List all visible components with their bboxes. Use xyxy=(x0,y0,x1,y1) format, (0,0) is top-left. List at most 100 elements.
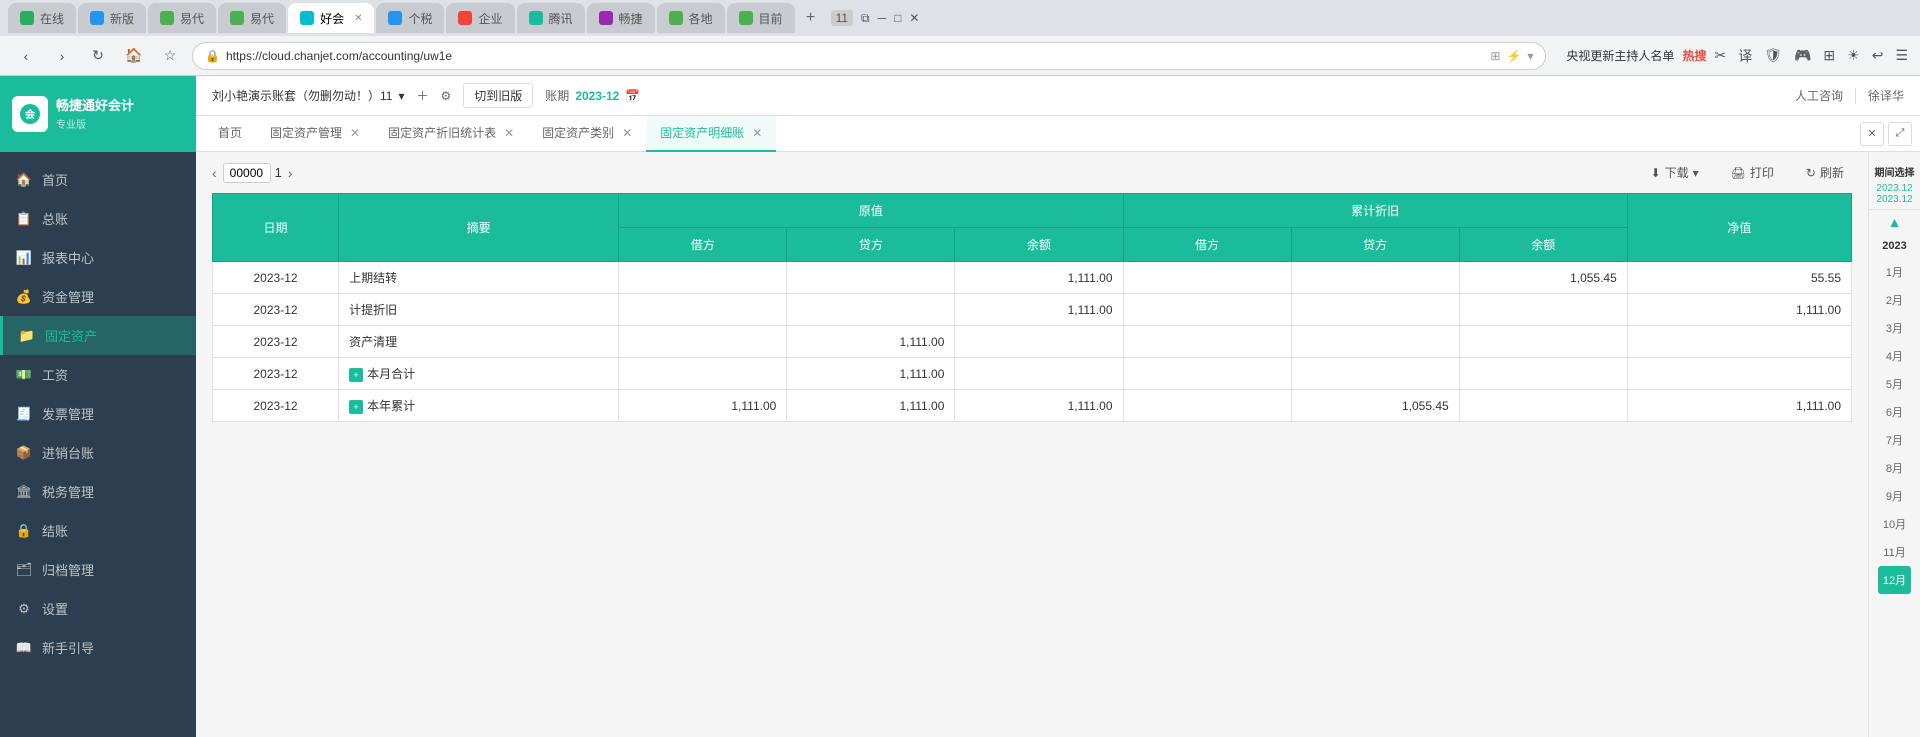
shield-icon[interactable]: 🛡 xyxy=(1764,47,1782,64)
period-month-item[interactable]: 4月 xyxy=(1878,342,1910,370)
period-month-item[interactable]: 3月 xyxy=(1878,314,1910,342)
brand-logo: 会 xyxy=(12,96,48,132)
sidebar-item-archive[interactable]: 🗂 归档管理 xyxy=(0,550,196,589)
prev-page-btn[interactable]: ‹ xyxy=(212,165,217,181)
sidebar-item-invoice[interactable]: 🧾 发票管理 xyxy=(0,394,196,433)
dep-balance-cell xyxy=(1459,358,1627,390)
sidebar-item-funds[interactable]: 💰 资金管理 xyxy=(0,277,196,316)
sidebar-item-settings[interactable]: ⚙ 设置 xyxy=(0,589,196,628)
dep-credit-cell xyxy=(1291,262,1459,294)
period-month-item[interactable]: 2月 xyxy=(1878,286,1910,314)
add-account-btn[interactable]: ＋ xyxy=(417,87,429,104)
browser-tab-10[interactable]: 目前 xyxy=(727,3,795,33)
period-month-item[interactable]: 9月 xyxy=(1878,482,1910,510)
close-tab-3[interactable]: ✕ xyxy=(622,126,632,140)
period-month-item[interactable]: 8月 xyxy=(1878,454,1910,482)
browser-tab-3[interactable]: 易代 xyxy=(218,3,286,33)
switch-version-button[interactable]: 切到旧版 xyxy=(463,83,533,108)
translate-icon[interactable]: 译 xyxy=(1738,46,1752,66)
th-accumulated-dep: 累计折旧 xyxy=(1123,194,1627,228)
sidebar-item-reports[interactable]: 📊 报表中心 xyxy=(0,238,196,277)
history-icon[interactable]: ↩ xyxy=(1872,47,1884,64)
browser-tab-8[interactable]: 畅捷 xyxy=(587,3,655,33)
brightness-icon[interactable]: ☀ xyxy=(1847,47,1860,64)
period-month-item[interactable]: 12月 xyxy=(1878,566,1910,594)
close-tab-1[interactable]: ✕ xyxy=(350,126,360,140)
maximize-tab-btn[interactable]: ⤢ xyxy=(1888,122,1912,146)
maximize-btn[interactable]: □ xyxy=(894,11,901,25)
table-row: 2023-12 计提折旧 1,111.00 1,111.00 xyxy=(213,294,1852,326)
period-month-item[interactable]: 11月 xyxy=(1878,538,1910,566)
next-page-btn[interactable]: › xyxy=(288,165,293,181)
sidebar-item-fixed-assets[interactable]: 📁 固定资产 xyxy=(0,316,196,355)
dep-debit-cell xyxy=(1123,390,1291,422)
row-tag: + xyxy=(349,400,363,414)
period-selected-end: 2023.12 xyxy=(1873,194,1916,205)
sidebar: 会 畅捷通好会计 专业版 🏠 首页 📋 总账 📊 报表中心 💰 资金管 xyxy=(0,76,196,737)
period-month-item[interactable]: 6月 xyxy=(1878,398,1910,426)
refresh-btn[interactable]: ↻ 刷新 xyxy=(1798,160,1852,185)
orig-credit-cell: 1,111.00 xyxy=(787,326,955,358)
page-tab-depreciation-stats[interactable]: 固定资产折旧统计表 ✕ xyxy=(374,116,528,152)
page-number-input[interactable] xyxy=(223,163,271,183)
grid-icon[interactable]: ⊞ xyxy=(1823,47,1835,64)
download-btn[interactable]: ⬇ 下载 ▾ xyxy=(1643,160,1707,185)
browser-tab-4[interactable]: 好会 ✕ xyxy=(288,3,374,33)
sidebar-item-guide[interactable]: 📖 新手引导 xyxy=(0,628,196,667)
period-selector[interactable]: 账期 2023-12 📅 xyxy=(545,87,640,104)
close-all-tabs-btn[interactable]: ✕ xyxy=(1860,122,1884,146)
hot-search-label[interactable]: 热搜 xyxy=(1682,47,1706,64)
sidebar-item-inventory[interactable]: 📦 进销台账 xyxy=(0,433,196,472)
page-tab-detail-ledger[interactable]: 固定资产明细账 ✕ xyxy=(646,116,776,152)
human-service-btn[interactable]: 人工咨询 xyxy=(1795,87,1843,104)
browser-tab-0[interactable]: 在线 xyxy=(8,3,76,33)
sidebar-item-home[interactable]: 🏠 首页 xyxy=(0,160,196,199)
sidebar-item-tax[interactable]: 🏛 税务管理 xyxy=(0,472,196,511)
close-tab-2[interactable]: ✕ xyxy=(504,126,514,140)
th-dep-balance: 余额 xyxy=(1459,228,1627,262)
menu-icon[interactable]: ☰ xyxy=(1895,47,1908,64)
summary-cell: 上期结转 xyxy=(339,262,619,294)
th-date: 日期 xyxy=(213,194,339,262)
dep-balance-cell xyxy=(1459,294,1627,326)
browser-tab-5[interactable]: 个税 xyxy=(376,3,444,33)
close-btn[interactable]: ✕ xyxy=(909,11,919,25)
close-tab-4[interactable]: ✕ xyxy=(752,126,762,140)
back-button[interactable]: ‹ xyxy=(12,42,40,70)
guide-icon: 📖 xyxy=(16,640,32,656)
home-button[interactable]: 🏠 xyxy=(120,42,148,70)
browser-tab-1[interactable]: 新版 xyxy=(78,3,146,33)
page-tab-home[interactable]: 首页 xyxy=(204,116,256,152)
restore-btn[interactable]: ⧉ xyxy=(861,11,870,26)
new-tab-button[interactable]: + xyxy=(797,4,825,32)
forward-button[interactable]: › xyxy=(48,42,76,70)
browser-tab-9[interactable]: 各地 xyxy=(657,3,725,33)
scissors-icon[interactable]: ✂ xyxy=(1714,47,1726,64)
scroll-up-btn[interactable]: ▲ xyxy=(1888,214,1902,230)
sidebar-item-ledger[interactable]: 📋 总账 xyxy=(0,199,196,238)
period-month-item[interactable]: 7月 xyxy=(1878,426,1910,454)
reload-button[interactable]: ↻ xyxy=(84,42,112,70)
print-btn[interactable]: 🖨 打印 xyxy=(1723,160,1782,185)
bookmark-button[interactable]: ☆ xyxy=(156,42,184,70)
sidebar-item-closing[interactable]: 🔒 结账 xyxy=(0,511,196,550)
browser-tab-2[interactable]: 易代 xyxy=(148,3,216,33)
browser-tab-6[interactable]: 企业 xyxy=(446,3,514,33)
account-selector[interactable]: 刘小艳演示账套（勿删勿动！）11 ▾ xyxy=(212,87,405,104)
user-name[interactable]: 徐译华 xyxy=(1868,87,1904,104)
address-input[interactable]: 🔒 https://cloud.chanjet.com/accounting/u… xyxy=(192,42,1546,70)
period-month-item[interactable]: 5月 xyxy=(1878,370,1910,398)
page-tab-fixed-mgmt[interactable]: 固定资产管理 ✕ xyxy=(256,116,374,152)
gamepad-icon[interactable]: 🎮 xyxy=(1794,47,1811,64)
sidebar-item-payroll[interactable]: 💵 工资 xyxy=(0,355,196,394)
fixed-assets-icon: 📁 xyxy=(19,328,35,344)
dropdown-icon[interactable]: ▾ xyxy=(1527,49,1533,63)
period-month-item[interactable]: 1月 xyxy=(1878,258,1910,286)
browser-tab-close-4[interactable]: ✕ xyxy=(354,13,362,24)
period-month-item[interactable]: 10月 xyxy=(1878,510,1910,538)
browser-tab-7[interactable]: 腾讯 xyxy=(517,3,585,33)
net-value-cell xyxy=(1627,358,1851,390)
settings-account-btn[interactable]: ⚙ xyxy=(441,89,452,103)
minimize-btn[interactable]: ─ xyxy=(878,11,887,25)
page-tab-fixed-category[interactable]: 固定资产类别 ✕ xyxy=(528,116,646,152)
